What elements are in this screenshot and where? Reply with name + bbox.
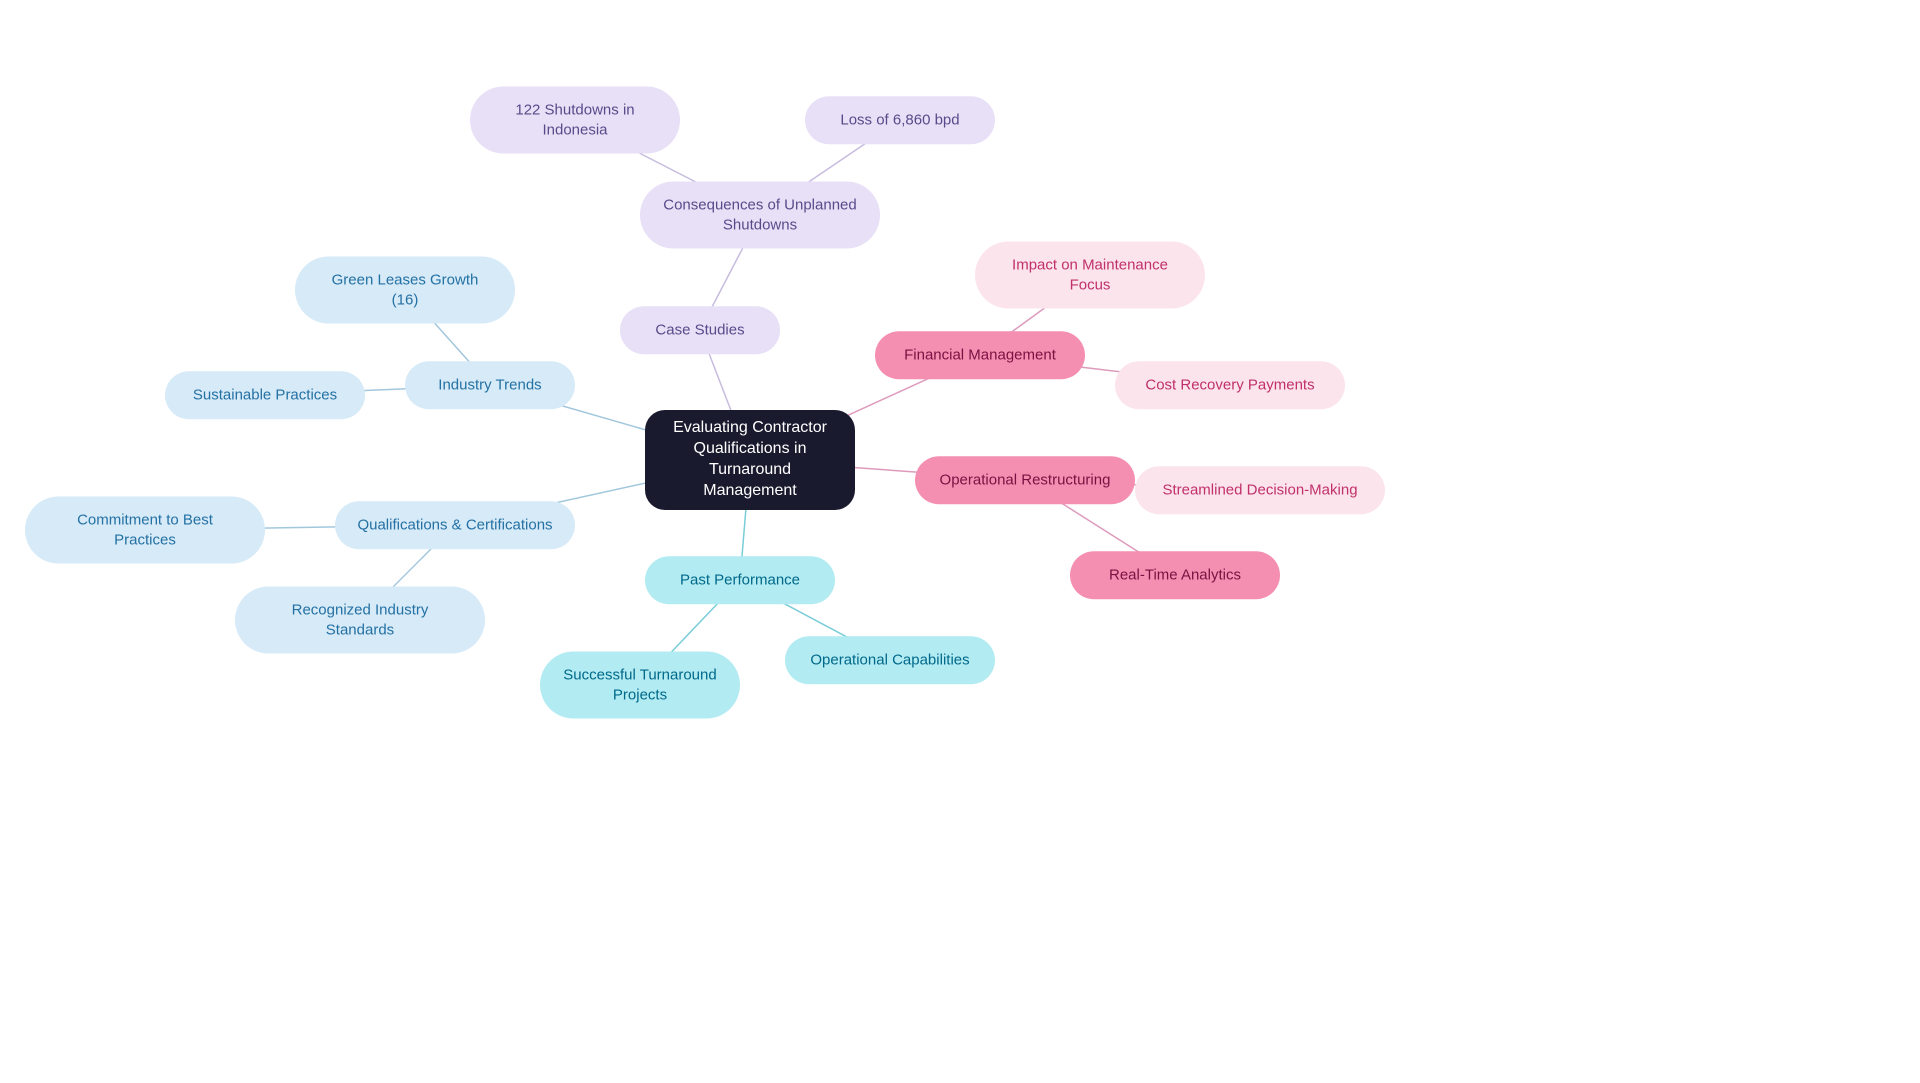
commitment-node[interactable]: Commitment to Best Practices (25, 497, 265, 564)
connection-lines (0, 0, 1920, 1083)
center-node: Evaluating Contractor Qualifications in … (645, 410, 855, 510)
streamlined-decision-node[interactable]: Streamlined Decision-Making (1135, 466, 1385, 514)
past-performance-node[interactable]: Past Performance (645, 556, 835, 604)
successful-turnaround-node[interactable]: Successful Turnaround Projects (540, 652, 740, 719)
consequences-node[interactable]: Consequences of Unplanned Shutdowns (640, 182, 880, 249)
cost-recovery-node[interactable]: Cost Recovery Payments (1115, 361, 1345, 409)
loss-bpd-node[interactable]: Loss of 6,860 bpd (805, 96, 995, 144)
case-studies-node[interactable]: Case Studies (620, 306, 780, 354)
real-time-analytics-node[interactable]: Real-Time Analytics (1070, 551, 1280, 599)
qualifications-node[interactable]: Qualifications & Certifications (335, 501, 575, 549)
shutdowns-indonesia-node[interactable]: 122 Shutdowns in Indonesia (470, 87, 680, 154)
sustainable-practices-node[interactable]: Sustainable Practices (165, 371, 365, 419)
operational-restructuring-node[interactable]: Operational Restructuring (915, 456, 1135, 504)
recognized-standards-node[interactable]: Recognized Industry Standards (235, 587, 485, 654)
operational-capabilities-node[interactable]: Operational Capabilities (785, 636, 995, 684)
industry-trends-node[interactable]: Industry Trends (405, 361, 575, 409)
financial-management-node[interactable]: Financial Management (875, 331, 1085, 379)
mind-map-container: Evaluating Contractor Qualifications in … (0, 0, 1920, 1083)
green-leases-node[interactable]: Green Leases Growth (16) (295, 257, 515, 324)
impact-maintenance-node[interactable]: Impact on Maintenance Focus (975, 242, 1205, 309)
